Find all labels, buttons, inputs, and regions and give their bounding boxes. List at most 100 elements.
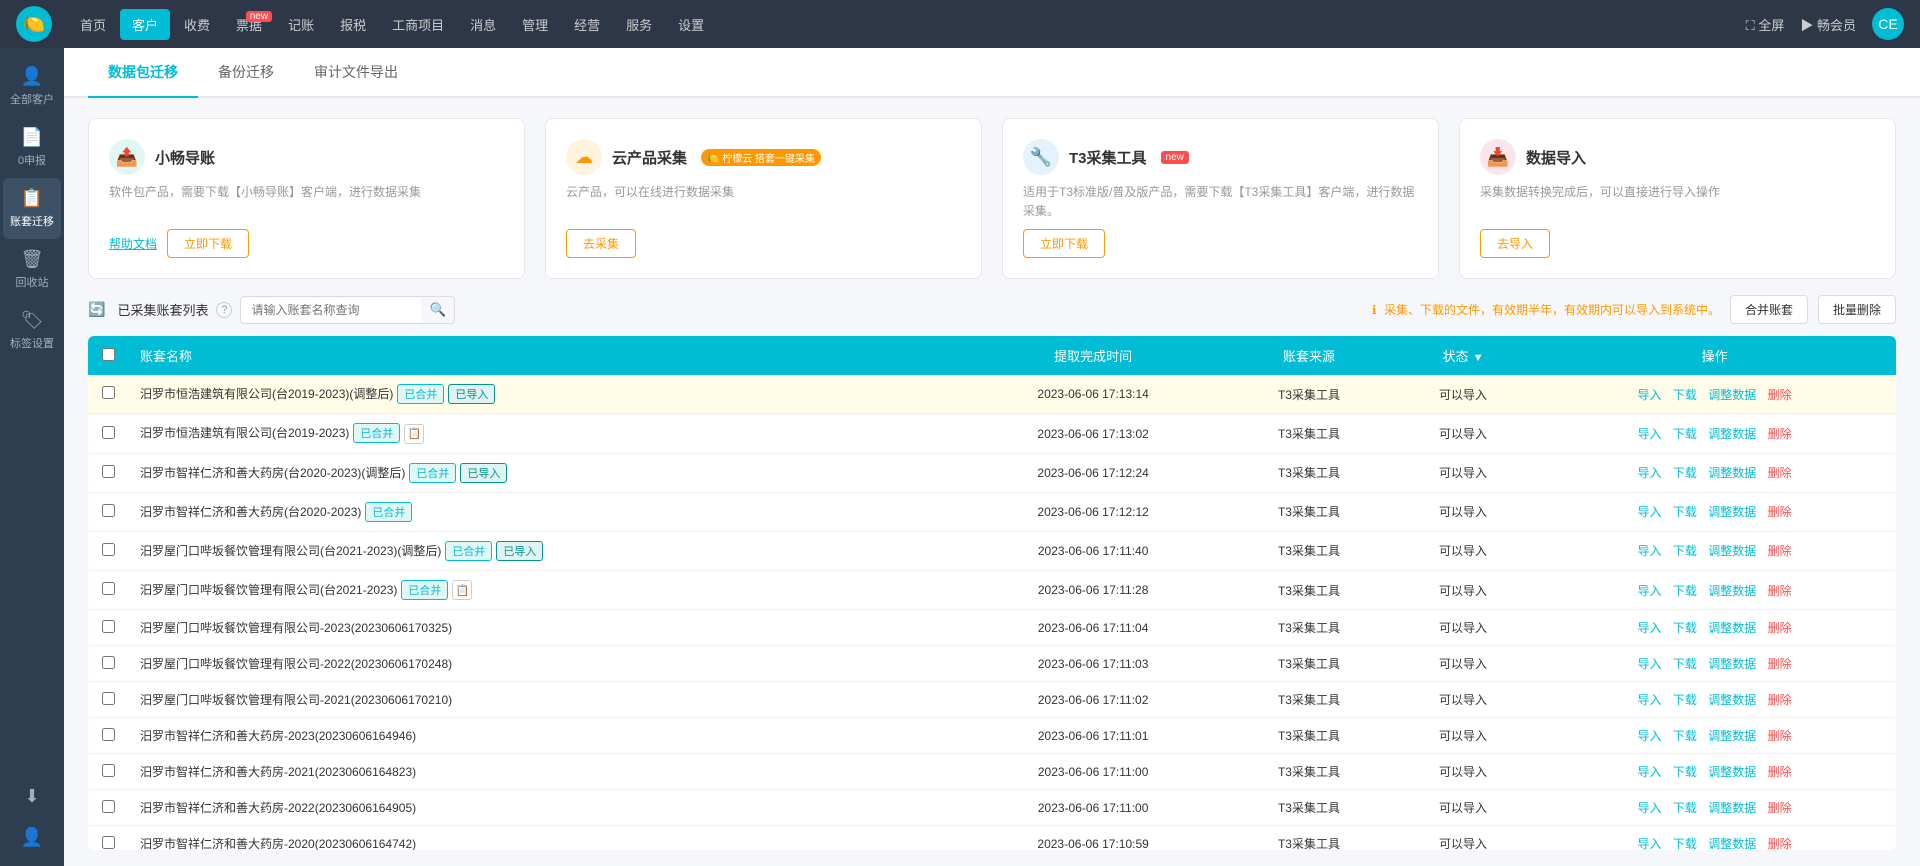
- nav-item-收费[interactable]: 收费: [172, 9, 222, 40]
- row-checkbox-2[interactable]: [88, 414, 128, 454]
- action-delete-4[interactable]: 删除: [1768, 505, 1792, 519]
- nav-item-设置[interactable]: 设置: [666, 9, 716, 40]
- card-btn-import[interactable]: 去导入: [1480, 229, 1550, 258]
- action-delete-1[interactable]: 删除: [1768, 388, 1792, 402]
- sidebar-item-download[interactable]: ⬇: [3, 776, 61, 817]
- action-download-11[interactable]: 下载: [1673, 765, 1697, 779]
- status-filter-icon[interactable]: ▼: [1473, 352, 1484, 364]
- action-import-3[interactable]: 导入: [1638, 466, 1662, 480]
- nav-item-客户[interactable]: 客户: [120, 9, 170, 40]
- row-checkbox-1[interactable]: [88, 375, 128, 414]
- action-delete-12[interactable]: 删除: [1768, 801, 1792, 815]
- card-btn-xiao-chang[interactable]: 立即下载: [167, 229, 249, 258]
- action-import-5[interactable]: 导入: [1638, 544, 1662, 558]
- vip-button[interactable]: ▶ 畅会员: [1800, 15, 1856, 34]
- nav-item-报税[interactable]: 报税: [328, 9, 378, 40]
- nav-item-消息[interactable]: 消息: [458, 9, 508, 40]
- row-checkbox-4[interactable]: [88, 492, 128, 531]
- action-adjust-12[interactable]: 调整数据: [1708, 801, 1756, 815]
- row-icon-2[interactable]: 📋: [404, 424, 424, 444]
- action-download-2[interactable]: 下载: [1673, 427, 1697, 441]
- action-import-9[interactable]: 导入: [1638, 693, 1662, 707]
- tab-0[interactable]: 数据包迁移: [88, 48, 198, 98]
- action-import-1[interactable]: 导入: [1638, 388, 1662, 402]
- row-checkbox-6[interactable]: [88, 570, 128, 610]
- help-icon[interactable]: ?: [216, 302, 232, 318]
- action-import-7[interactable]: 导入: [1638, 621, 1662, 635]
- action-adjust-6[interactable]: 调整数据: [1708, 584, 1756, 598]
- sidebar-item-3[interactable]: 🗑回收站: [3, 239, 61, 300]
- action-adjust-1[interactable]: 调整数据: [1708, 388, 1756, 402]
- action-adjust-8[interactable]: 调整数据: [1708, 657, 1756, 671]
- action-delete-13[interactable]: 删除: [1768, 837, 1792, 850]
- action-adjust-9[interactable]: 调整数据: [1708, 693, 1756, 707]
- row-checkbox-9[interactable]: [88, 682, 128, 718]
- row-icon-6[interactable]: 📋: [452, 580, 472, 600]
- row-checkbox-10[interactable]: [88, 718, 128, 754]
- nav-item-记账[interactable]: 记账: [276, 9, 326, 40]
- action-delete-3[interactable]: 删除: [1768, 466, 1792, 480]
- row-checkbox-5[interactable]: [88, 531, 128, 570]
- action-download-9[interactable]: 下载: [1673, 693, 1697, 707]
- action-delete-10[interactable]: 删除: [1768, 729, 1792, 743]
- avatar[interactable]: CE: [1872, 8, 1904, 40]
- action-import-8[interactable]: 导入: [1638, 657, 1662, 671]
- refresh-icon[interactable]: 🔄: [88, 301, 105, 318]
- action-download-13[interactable]: 下载: [1673, 837, 1697, 850]
- row-checkbox-7[interactable]: [88, 610, 128, 646]
- action-adjust-3[interactable]: 调整数据: [1708, 466, 1756, 480]
- nav-item-工商项目[interactable]: 工商项目: [380, 9, 456, 40]
- nav-item-票据[interactable]: 票据new: [224, 9, 274, 40]
- row-checkbox-8[interactable]: [88, 646, 128, 682]
- row-checkbox-13[interactable]: [88, 826, 128, 850]
- row-checkbox-3[interactable]: [88, 453, 128, 492]
- action-adjust-11[interactable]: 调整数据: [1708, 765, 1756, 779]
- nav-item-服务[interactable]: 服务: [614, 9, 664, 40]
- action-import-2[interactable]: 导入: [1638, 427, 1662, 441]
- action-download-4[interactable]: 下载: [1673, 505, 1697, 519]
- action-delete-7[interactable]: 删除: [1768, 621, 1792, 635]
- action-import-10[interactable]: 导入: [1638, 729, 1662, 743]
- action-download-3[interactable]: 下载: [1673, 466, 1697, 480]
- row-checkbox-11[interactable]: [88, 754, 128, 790]
- card-btn-cloud[interactable]: 去采集: [566, 229, 636, 258]
- select-all-checkbox[interactable]: [102, 348, 115, 361]
- action-delete-2[interactable]: 删除: [1768, 427, 1792, 441]
- action-download-7[interactable]: 下载: [1673, 621, 1697, 635]
- action-import-11[interactable]: 导入: [1638, 765, 1662, 779]
- sidebar-item-2[interactable]: 📋账套迁移: [3, 178, 61, 239]
- sidebar-item-0[interactable]: 👤全部客户: [3, 56, 61, 117]
- sidebar-item-user[interactable]: 👤: [3, 817, 61, 858]
- action-adjust-13[interactable]: 调整数据: [1708, 837, 1756, 850]
- action-import-13[interactable]: 导入: [1638, 837, 1662, 850]
- app-logo[interactable]: 🍋: [16, 6, 52, 42]
- action-delete-8[interactable]: 删除: [1768, 657, 1792, 671]
- action-download-6[interactable]: 下载: [1673, 584, 1697, 598]
- action-adjust-2[interactable]: 调整数据: [1708, 427, 1756, 441]
- fullscreen-button[interactable]: ⛶ 全屏: [1746, 15, 1785, 34]
- tab-1[interactable]: 备份迁移: [198, 48, 294, 98]
- action-download-1[interactable]: 下载: [1673, 388, 1697, 402]
- nav-item-管理[interactable]: 管理: [510, 9, 560, 40]
- action-adjust-10[interactable]: 调整数据: [1708, 729, 1756, 743]
- action-download-8[interactable]: 下载: [1673, 657, 1697, 671]
- action-download-5[interactable]: 下载: [1673, 544, 1697, 558]
- action-delete-9[interactable]: 删除: [1768, 693, 1792, 707]
- card-btn-t3[interactable]: 立即下载: [1023, 229, 1105, 258]
- row-checkbox-12[interactable]: [88, 790, 128, 826]
- action-delete-11[interactable]: 删除: [1768, 765, 1792, 779]
- card-link-xiao-chang[interactable]: 帮助文档: [109, 235, 157, 252]
- action-adjust-4[interactable]: 调整数据: [1708, 505, 1756, 519]
- nav-item-经营[interactable]: 经营: [562, 9, 612, 40]
- action-import-12[interactable]: 导入: [1638, 801, 1662, 815]
- search-input[interactable]: [241, 298, 421, 322]
- tab-2[interactable]: 审计文件导出: [294, 48, 418, 98]
- action-import-4[interactable]: 导入: [1638, 505, 1662, 519]
- merge-button[interactable]: 合并账套: [1730, 295, 1808, 324]
- action-download-12[interactable]: 下载: [1673, 801, 1697, 815]
- action-delete-5[interactable]: 删除: [1768, 544, 1792, 558]
- action-import-6[interactable]: 导入: [1638, 584, 1662, 598]
- action-adjust-7[interactable]: 调整数据: [1708, 621, 1756, 635]
- sidebar-item-1[interactable]: 📄0申报: [3, 117, 61, 178]
- search-button[interactable]: 🔍: [421, 297, 454, 323]
